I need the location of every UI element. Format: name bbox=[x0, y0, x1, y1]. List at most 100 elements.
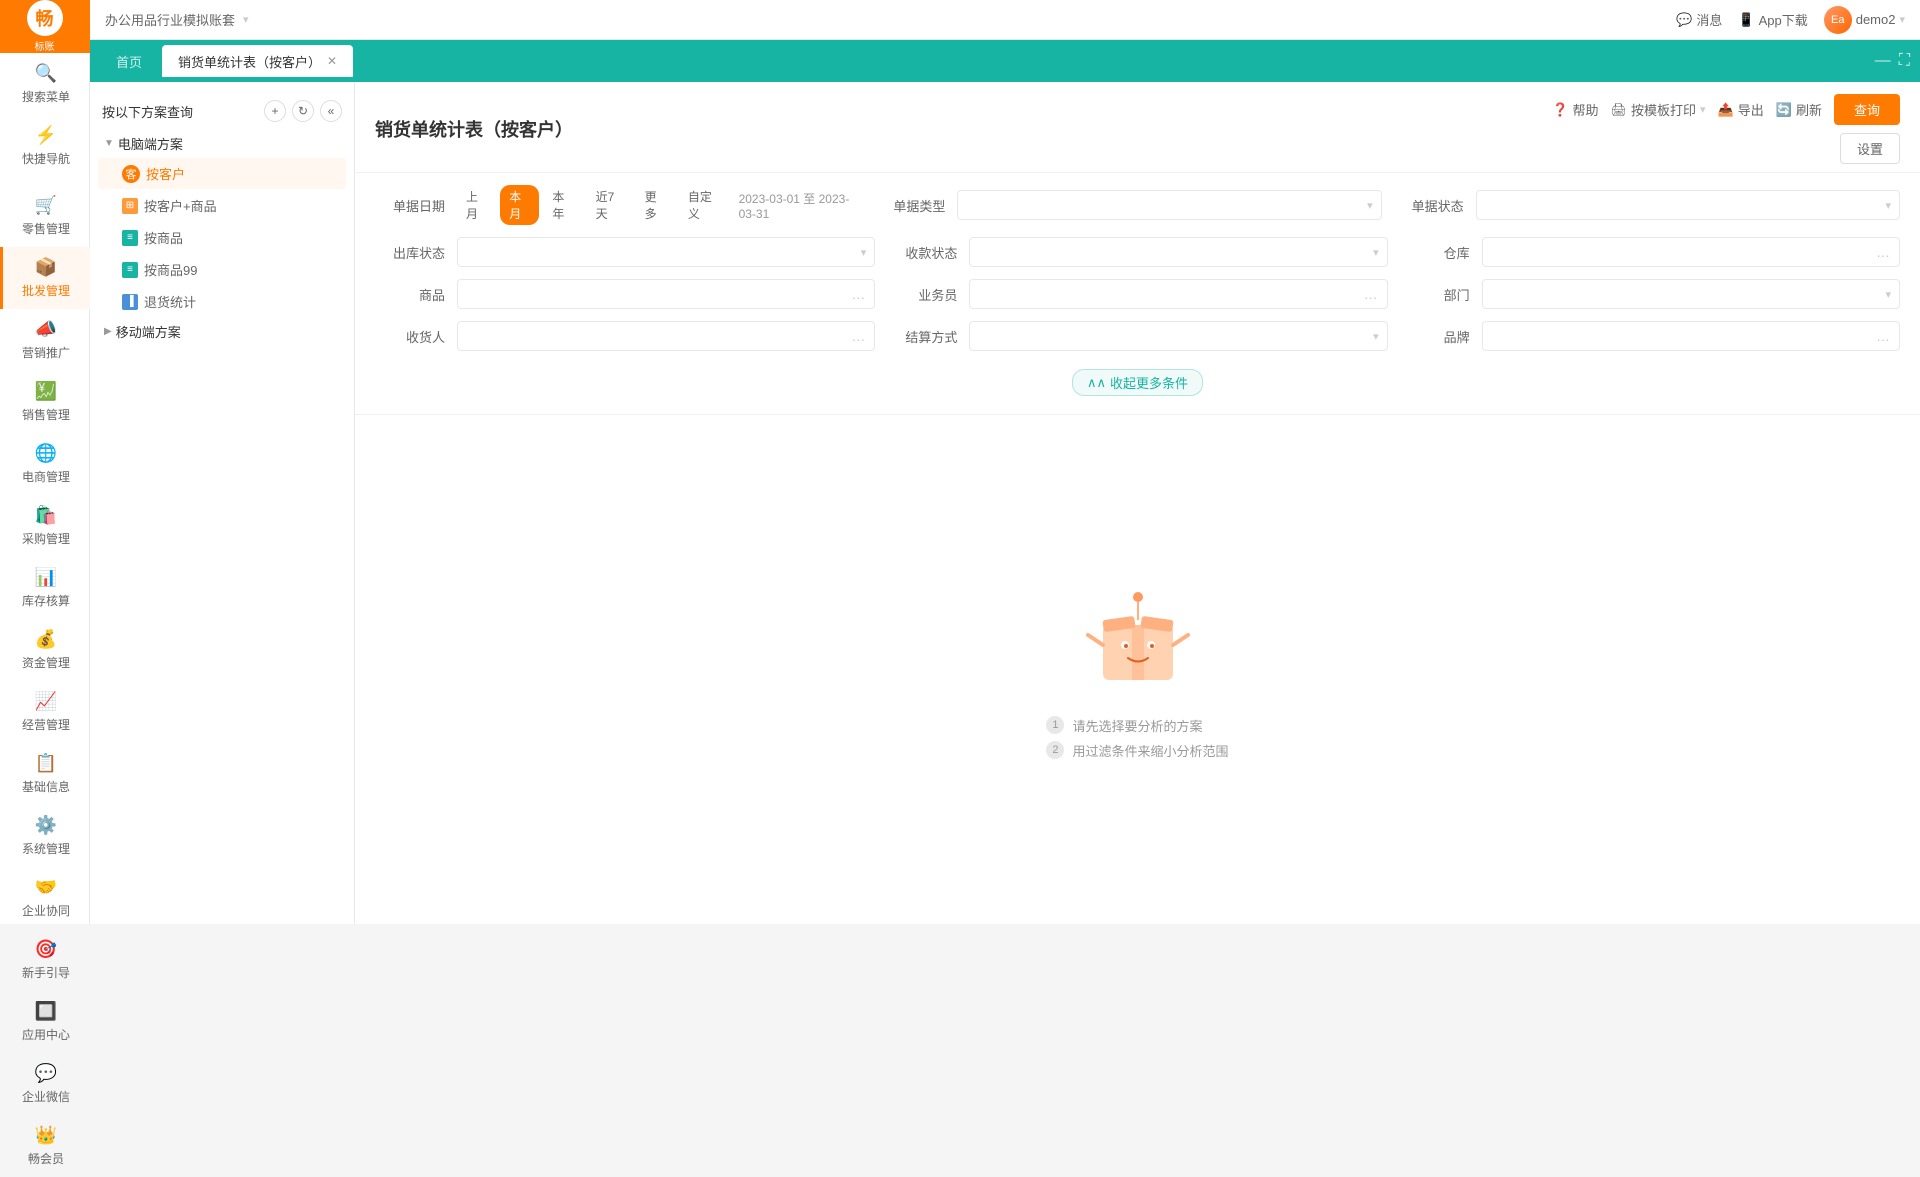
date-btn-custom[interactable]: 自定义 bbox=[679, 185, 729, 225]
logo-icon: 畅 bbox=[27, 0, 63, 36]
tab-home[interactable]: 首页 bbox=[100, 45, 158, 77]
sidebar-item-retail[interactable]: 🛒 零售管理 bbox=[0, 185, 90, 247]
sidebar-item-enterprise[interactable]: 🤝 企业协同 bbox=[0, 867, 90, 929]
filter-row-3: 商品 … 业务员 … 部门 ▾ bbox=[375, 279, 1900, 309]
date-btn-this-month[interactable]: 本月 bbox=[500, 185, 539, 225]
tab-minimize-btn[interactable]: — bbox=[1875, 52, 1891, 70]
settlement-select[interactable]: ▾ bbox=[969, 321, 1387, 351]
sidebar-item-operations[interactable]: 📈 经营管理 bbox=[0, 681, 90, 743]
wechat-icon: 💬 bbox=[35, 1063, 57, 1084]
date-control: 上月 本月 本年 近7天 更多 自定义 2023-03-01 至 2023-03… bbox=[457, 185, 863, 225]
scheme-return-stat[interactable]: ▐ 退货统计 bbox=[98, 286, 346, 317]
sidebar-item-sales[interactable]: 💹 销售管理 bbox=[0, 371, 90, 433]
sidebar-ecommerce-label: 电商管理 bbox=[22, 468, 70, 485]
user-menu[interactable]: Ea demo2 ▾ bbox=[1824, 6, 1905, 34]
avatar-initials: Ea bbox=[1831, 14, 1844, 26]
marketing-icon: 📣 bbox=[35, 319, 57, 340]
scheme-by-customer-goods[interactable]: ⊞ 按客户+商品 bbox=[98, 190, 346, 221]
sidebar-item-wechat[interactable]: 💬 企业微信 bbox=[0, 1053, 90, 1115]
hint1-text: 请先选择要分析的方案 bbox=[1072, 716, 1202, 735]
newbie-icon: 🎯 bbox=[35, 939, 57, 960]
sidebar-item-system[interactable]: ⚙️ 系统管理 bbox=[0, 805, 90, 867]
sidebar-item-wholesale[interactable]: 📦 批发管理 bbox=[0, 247, 90, 309]
app-download-label: App下载 bbox=[1759, 10, 1808, 29]
goods99-icon: ≡ bbox=[122, 262, 138, 278]
salesperson-input[interactable]: … bbox=[969, 279, 1387, 309]
settings-button[interactable]: 设置 bbox=[1840, 133, 1900, 164]
goods-label: 商品 bbox=[375, 285, 445, 304]
date-btn-this-year[interactable]: 本年 bbox=[543, 185, 582, 225]
sidebar-item-ecommerce[interactable]: 🌐 电商管理 bbox=[0, 433, 90, 495]
salesperson-dots: … bbox=[1364, 286, 1379, 302]
sidebar-retail-label: 零售管理 bbox=[22, 220, 70, 237]
sidebar-member-label: 畅会员 bbox=[28, 1150, 64, 1167]
sidebar-wholesale-label: 批发管理 bbox=[22, 282, 70, 299]
tab-bar: 首页 销货单统计表（按客户） ✕ — ⛶ bbox=[90, 40, 1920, 82]
empty-hints: 1 请先选择要分析的方案 2 用过滤条件来缩小分析范围 bbox=[1046, 716, 1228, 760]
help-btn[interactable]: ❓ 帮助 bbox=[1552, 100, 1598, 119]
warehouse-dots: … bbox=[1876, 244, 1891, 260]
warehouse-label: 仓库 bbox=[1400, 243, 1470, 262]
refresh-icon: 🔄 bbox=[1776, 102, 1792, 118]
refresh-btn[interactable]: 🔄 刷新 bbox=[1776, 100, 1822, 119]
tab-maximize-btn[interactable]: ⛶ bbox=[1899, 52, 1910, 70]
print-btn[interactable]: 🖨 按模板打印 ▾ bbox=[1611, 100, 1706, 119]
retail-icon: 🛒 bbox=[35, 195, 57, 216]
scheme-goods99-label: 按商品99 bbox=[144, 260, 197, 279]
left-panel: 按以下方案查询 + ↻ « ▼ 电脑端方案 客 按客户 ⊞ 按客户+商品 bbox=[90, 82, 355, 924]
member-icon: 👑 bbox=[35, 1125, 57, 1146]
mobile-scheme-label: 移动端方案 bbox=[116, 322, 181, 341]
scheme-by-goods-99[interactable]: ≡ 按商品99 bbox=[98, 254, 346, 285]
app-download-btn[interactable]: 📱 App下载 bbox=[1738, 10, 1807, 29]
app-title-chevron: ▾ bbox=[243, 13, 249, 26]
scheme-by-customer[interactable]: 客 按客户 bbox=[98, 158, 346, 189]
sidebar-item-purchase[interactable]: 🛍️ 采购管理 bbox=[0, 495, 90, 557]
sidebar-item-search[interactable]: 🔍 搜索菜单 bbox=[0, 53, 90, 115]
sidebar-item-nav[interactable]: ⚡ 快捷导航 bbox=[0, 115, 90, 177]
empty-illustration bbox=[1078, 580, 1198, 700]
date-btn-more[interactable]: 更多 bbox=[636, 185, 675, 225]
sidebar-item-appcenter[interactable]: 🔲 应用中心 bbox=[0, 991, 90, 1053]
message-btn[interactable]: 💬 消息 bbox=[1676, 10, 1722, 29]
sidebar-sales-label: 销售管理 bbox=[22, 406, 70, 423]
sidebar-item-inventory[interactable]: 📊 库存核算 bbox=[0, 557, 90, 619]
sidebar-item-newbie[interactable]: 🎯 新手引导 bbox=[0, 929, 90, 991]
sidebar-finance-label: 资金管理 bbox=[22, 654, 70, 671]
status-select[interactable]: ▾ bbox=[1476, 190, 1900, 220]
logo-text: 标账 bbox=[35, 38, 55, 53]
query-button[interactable]: 查询 bbox=[1834, 94, 1900, 125]
inventory-icon: 📊 bbox=[35, 567, 57, 588]
scheme-by-goods[interactable]: ≡ 按商品 bbox=[98, 222, 346, 253]
refresh-scheme-btn[interactable]: ↻ bbox=[292, 100, 314, 122]
left-panel-title: 按以下方案查询 bbox=[102, 102, 258, 121]
goods-input[interactable]: … bbox=[457, 279, 875, 309]
message-label: 消息 bbox=[1696, 10, 1722, 29]
sidebar-item-finance[interactable]: 💰 资金管理 bbox=[0, 619, 90, 681]
department-select[interactable]: ▾ bbox=[1482, 279, 1900, 309]
pay-status-label: 收款状态 bbox=[887, 243, 957, 262]
export-icon: 📤 bbox=[1718, 102, 1734, 118]
brand-input[interactable]: … bbox=[1482, 321, 1900, 351]
sidebar-item-member[interactable]: 👑 畅会员 bbox=[0, 1115, 90, 1177]
sidebar-item-marketing[interactable]: 📣 营销推广 bbox=[0, 309, 90, 371]
collapse-button[interactable]: ∧∧ 收起更多条件 bbox=[1072, 369, 1203, 396]
warehouse-input[interactable]: … bbox=[1482, 237, 1900, 267]
receiver-input[interactable]: … bbox=[457, 321, 875, 351]
type-select[interactable]: ▾ bbox=[957, 190, 1381, 220]
collapse-panel-btn[interactable]: « bbox=[320, 100, 342, 122]
tab-sales-stat[interactable]: 销货单统计表（按客户） ✕ bbox=[162, 45, 353, 77]
export-btn[interactable]: 📤 导出 bbox=[1718, 100, 1764, 119]
tab-close-btn[interactable]: ✕ bbox=[327, 54, 337, 68]
desktop-scheme-header[interactable]: ▼ 电脑端方案 bbox=[98, 130, 346, 157]
out-status-select[interactable]: ▾ bbox=[457, 237, 875, 267]
pay-status-select[interactable]: ▾ bbox=[969, 237, 1387, 267]
sidebar-item-basic[interactable]: 📋 基础信息 bbox=[0, 743, 90, 805]
date-label: 单据日期 bbox=[375, 196, 445, 215]
system-icon: ⚙️ bbox=[35, 815, 57, 836]
export-label: 导出 bbox=[1738, 100, 1764, 119]
date-btn-last7[interactable]: 近7天 bbox=[587, 185, 632, 225]
mobile-scheme-header[interactable]: ▶ 移动端方案 bbox=[98, 318, 346, 345]
add-scheme-btn[interactable]: + bbox=[264, 100, 286, 122]
date-btn-last-month[interactable]: 上月 bbox=[457, 185, 496, 225]
header-left: 办公用品行业模拟账套 ▾ bbox=[105, 10, 249, 29]
